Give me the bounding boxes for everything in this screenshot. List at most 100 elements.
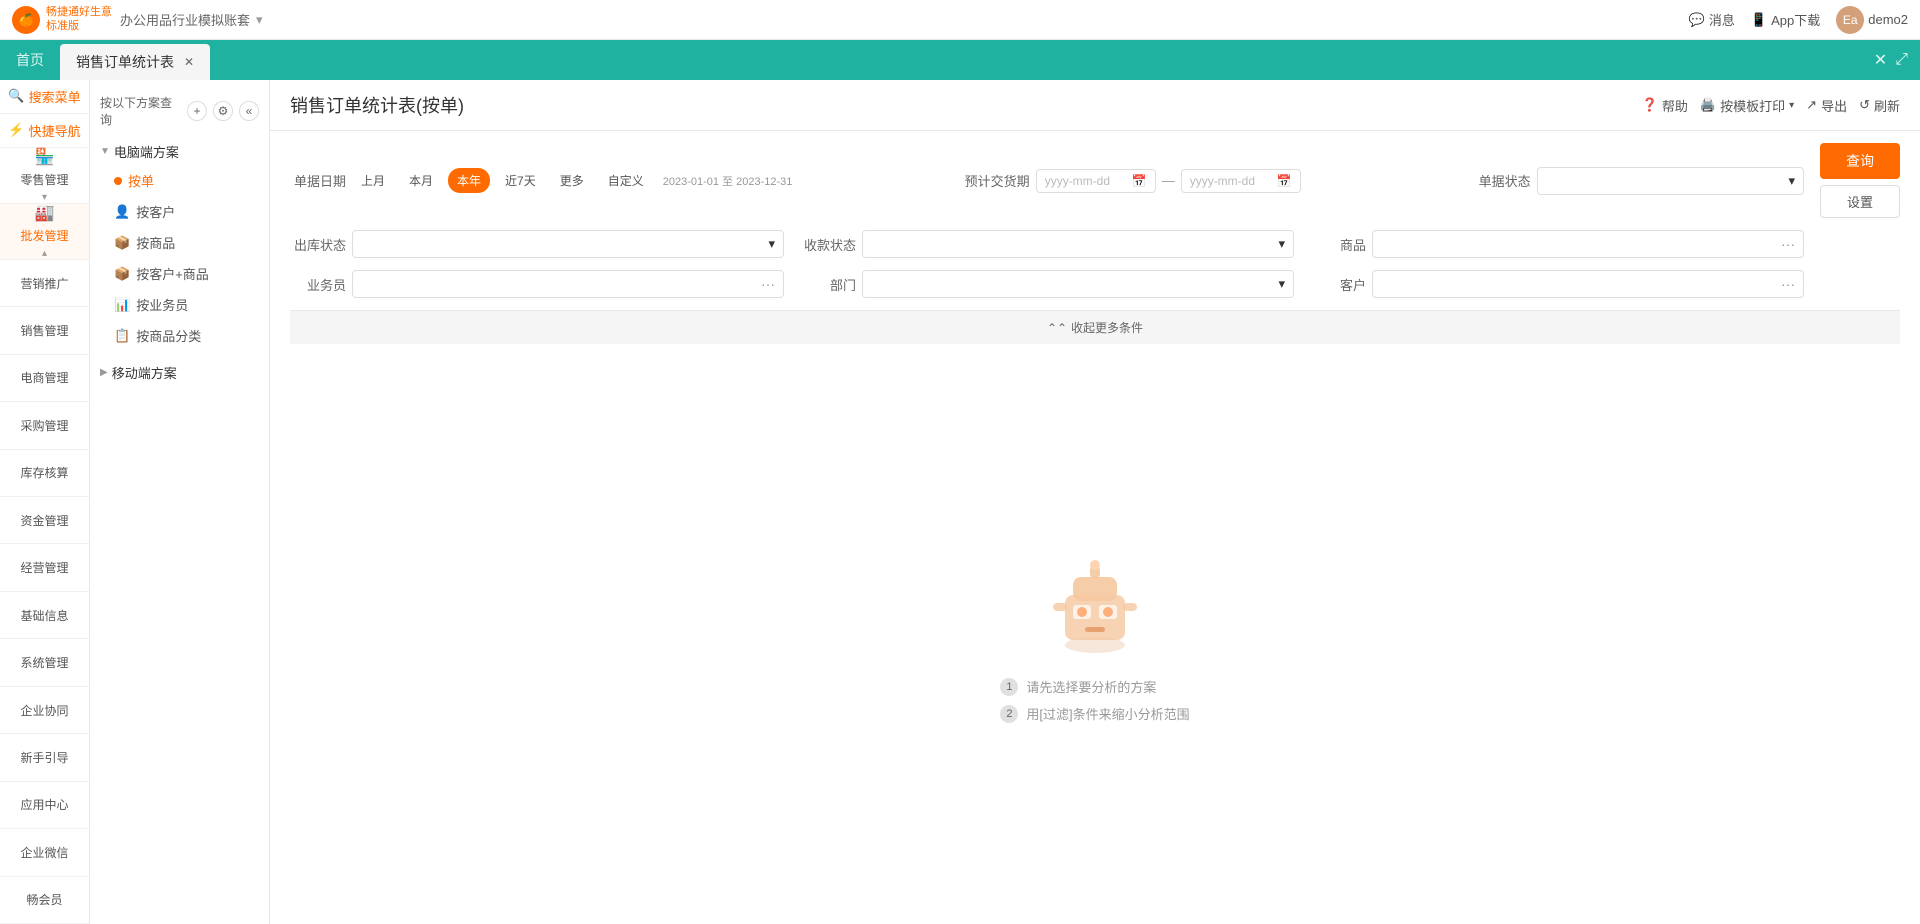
breadcrumb-arrow-icon[interactable]: ▾ xyxy=(256,12,263,28)
export-icon: ↗ xyxy=(1806,97,1817,113)
sidebar-item-basic[interactable]: 基础信息 xyxy=(0,592,89,639)
scheme-settings-btn[interactable]: ⚙ xyxy=(213,101,233,121)
collapse-bar[interactable]: ⌃⌃ 收起更多条件 xyxy=(290,310,1900,344)
salesman-label: 业务员 xyxy=(290,275,346,294)
export-btn[interactable]: ↗ 导出 xyxy=(1806,96,1847,115)
mobile-icon: 📱 xyxy=(1751,12,1767,28)
sidebar-search-menu[interactable]: 🔍 搜索菜单 xyxy=(0,80,89,114)
filter-row-1: 单据日期 上月 本月 本年 近7天 更多 自定义 2023-01-01 至 20… xyxy=(290,143,1900,218)
sidebar-item-finance[interactable]: 资金管理 xyxy=(0,497,89,544)
logo-area: 🍊 畅捷通好生意 标准版 xyxy=(12,6,112,34)
customer-more-icon[interactable]: ··· xyxy=(1781,276,1795,292)
message-btn[interactable]: 💬 消息 xyxy=(1689,10,1735,29)
status-select[interactable]: ▾ xyxy=(1537,167,1804,195)
scheme-item-by-order[interactable]: 按单 xyxy=(90,165,269,196)
sidebar-item-operations[interactable]: 经营管理 xyxy=(0,544,89,591)
scheme-panel-header: 按以下方案查询 + ⚙ « xyxy=(90,88,269,134)
scheme-item-by-salesman[interactable]: 📊 按业务员 xyxy=(90,289,269,320)
date-separator: — xyxy=(1162,173,1175,188)
sidebar-item-ecommerce[interactable]: 电商管理 xyxy=(0,355,89,402)
empty-illustration xyxy=(1035,545,1155,665)
page-actions: ❓ 帮助 🖨️ 按模板打印 ▾ ↗ 导出 ↺ 刷新 xyxy=(1642,96,1900,127)
goods-input[interactable]: ··· xyxy=(1372,230,1804,258)
filter-row-2: 出库状态 ▾ 收款状态 ▾ xyxy=(290,230,1900,258)
help-icon: ❓ xyxy=(1642,97,1658,113)
sidebar-item-inventory[interactable]: 库存核算 xyxy=(0,450,89,497)
goods-label: 商品 xyxy=(1310,235,1366,254)
date-btn-last-month[interactable]: 上月 xyxy=(352,168,394,193)
sidebar-item-purchase[interactable]: 采购管理 xyxy=(0,402,89,449)
top-bar-right: 💬 消息 📱 App下载 Ea demo2 xyxy=(1689,6,1908,34)
goods-more-icon[interactable]: ··· xyxy=(1781,236,1795,252)
out-status-field: 出库状态 ▾ xyxy=(290,230,784,258)
scheme-collapse-btn[interactable]: « xyxy=(239,101,259,121)
collect-status-label: 收款状态 xyxy=(800,235,856,254)
customer-field: 客户 ··· xyxy=(1310,270,1804,298)
sidebar-item-retail[interactable]: 🏪 零售管理 ▾ xyxy=(0,148,89,204)
settings-btn[interactable]: 设置 xyxy=(1820,185,1900,218)
collect-status-select[interactable]: ▾ xyxy=(862,230,1294,258)
refresh-btn[interactable]: ↺ 刷新 xyxy=(1859,96,1900,115)
dept-select[interactable]: ▾ xyxy=(862,270,1294,298)
sidebar-item-newbie[interactable]: 新手引导 xyxy=(0,734,89,781)
tab-home[interactable]: 首页 xyxy=(0,40,60,80)
sidebar-item-member[interactable]: 畅会员 xyxy=(0,877,89,924)
sidebar-item-collab[interactable]: 企业协同 xyxy=(0,687,89,734)
out-status-label: 出库状态 xyxy=(290,235,346,254)
date-btn-last-7[interactable]: 近7天 xyxy=(496,168,545,193)
tab-close-icon[interactable]: ✕ xyxy=(184,55,194,69)
date-filter-field: 单据日期 上月 本月 本年 近7天 更多 自定义 2023-01-01 至 20… xyxy=(290,168,949,193)
page-header: 销售订单统计表(按单) ❓ 帮助 🖨️ 按模板打印 ▾ ↗ 导出 xyxy=(270,80,1920,131)
query-btn[interactable]: 查询 xyxy=(1820,143,1900,179)
scheme-item-by-goods[interactable]: 📦 按商品 xyxy=(90,227,269,258)
filter-container: 单据日期 上月 本月 本年 近7天 更多 自定义 2023-01-01 至 20… xyxy=(270,131,1920,344)
salesman-input[interactable]: ··· xyxy=(352,270,784,298)
out-status-select[interactable]: ▾ xyxy=(352,230,784,258)
app-download-btn[interactable]: 📱 App下载 xyxy=(1751,10,1820,29)
top-bar: 🍊 畅捷通好生意 标准版 办公用品行业模拟账套 ▾ 💬 消息 📱 App下载 E… xyxy=(0,0,1920,40)
sidebar-item-sales[interactable]: 销售管理 xyxy=(0,307,89,354)
scheme-group-mobile-title[interactable]: ▶ 移动端方案 xyxy=(90,359,269,386)
scheme-item-by-customer-goods[interactable]: 📦 按客户+商品 xyxy=(90,258,269,289)
main-layout: 🔍 搜索菜单 ⚡ 快捷导航 🏪 零售管理 ▾ 🏭 批发管理 ▴ 营销推广 销售管… xyxy=(0,80,1920,924)
group-expand-icon: ▼ xyxy=(100,146,110,157)
scheme-group-desktop-title[interactable]: ▼ 电脑端方案 xyxy=(90,138,269,165)
category-scheme-icon: 📋 xyxy=(114,328,130,344)
sidebar-item-marketing[interactable]: 营销推广 xyxy=(0,260,89,307)
empty-state: 1 请先选择要分析的方案 2 用[过滤]条件来缩小分析范围 xyxy=(270,344,1920,924)
sidebar-quick-nav[interactable]: ⚡ 快捷导航 xyxy=(0,114,89,148)
tab-sales-stats[interactable]: 销售订单统计表 ✕ xyxy=(60,44,210,80)
scheme-add-btn[interactable]: + xyxy=(187,101,207,121)
top-bar-left: 🍊 畅捷通好生意 标准版 办公用品行业模拟账套 ▾ xyxy=(12,6,263,34)
sidebar-item-appcenter[interactable]: 应用中心 xyxy=(0,782,89,829)
scheme-group-mobile: ▶ 移动端方案 xyxy=(90,355,269,390)
tab-close-all-btn[interactable]: ✕ xyxy=(1874,50,1887,70)
empty-hint-2: 2 用[过滤]条件来缩小分析范围 xyxy=(1000,704,1189,723)
scheme-item-by-customer[interactable]: 👤 按客户 xyxy=(90,196,269,227)
sidebar-item-wholesale[interactable]: 🏭 批发管理 ▴ xyxy=(0,204,89,260)
customer-input[interactable]: ··· xyxy=(1372,270,1804,298)
template-print-btn[interactable]: 🖨️ 按模板打印 ▾ xyxy=(1700,96,1794,115)
date-btn-custom[interactable]: 自定义 xyxy=(599,168,653,193)
sidebar: 🔍 搜索菜单 ⚡ 快捷导航 🏪 零售管理 ▾ 🏭 批发管理 ▴ 营销推广 销售管… xyxy=(0,80,90,924)
date-btn-this-month[interactable]: 本月 xyxy=(400,168,442,193)
scheme-panel: 按以下方案查询 + ⚙ « ▼ 电脑端方案 按单 👤 按客户 xyxy=(90,80,270,924)
wholesale-arrow-icon: ▴ xyxy=(42,248,47,259)
date-range-display: 2023-01-01 至 2023-12-31 xyxy=(663,173,793,189)
expected-date-field: 预计交货期 yyyy-mm-dd 📅 — yyyy-mm-dd 📅 xyxy=(965,169,1459,193)
sidebar-item-system[interactable]: 系统管理 xyxy=(0,639,89,686)
scheme-item-by-category[interactable]: 📋 按商品分类 xyxy=(90,320,269,351)
sidebar-item-wechat[interactable]: 企业微信 xyxy=(0,829,89,876)
date-btn-this-year[interactable]: 本年 xyxy=(448,168,490,193)
print-icon: 🖨️ xyxy=(1700,97,1716,113)
tab-expand-btn[interactable]: ⤢ xyxy=(1895,51,1908,69)
expected-date-end[interactable]: yyyy-mm-dd 📅 xyxy=(1181,169,1301,193)
user-profile-btn[interactable]: Ea demo2 xyxy=(1836,6,1908,34)
expected-date-start[interactable]: yyyy-mm-dd 📅 xyxy=(1036,169,1156,193)
date-btn-more[interactable]: 更多 xyxy=(551,168,593,193)
salesman-more-icon[interactable]: ··· xyxy=(761,276,775,292)
goods-field: 商品 ··· xyxy=(1310,230,1804,258)
tab-sales-stats-label: 销售订单统计表 xyxy=(76,52,174,72)
help-btn[interactable]: ❓ 帮助 xyxy=(1642,96,1688,115)
empty-hints: 1 请先选择要分析的方案 2 用[过滤]条件来缩小分析范围 xyxy=(1000,677,1189,723)
